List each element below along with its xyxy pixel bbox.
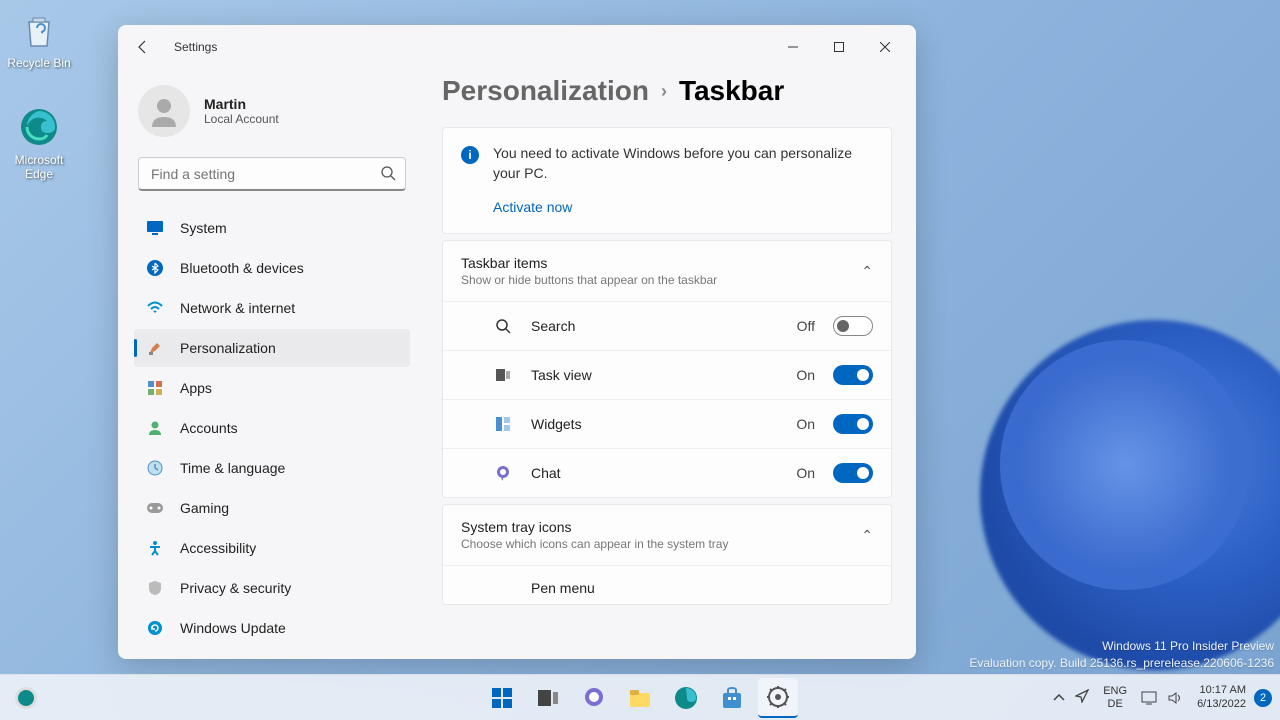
notification-badge[interactable]: 2 bbox=[1254, 689, 1272, 707]
wifi-icon bbox=[146, 299, 164, 317]
nav-list: System Bluetooth & devices Network & int… bbox=[134, 209, 410, 649]
brush-icon bbox=[146, 339, 164, 357]
gamepad-icon bbox=[146, 499, 164, 517]
recycle-bin-icon bbox=[17, 8, 61, 52]
nav-network[interactable]: Network & internet bbox=[134, 289, 410, 327]
nav-bluetooth[interactable]: Bluetooth & devices bbox=[134, 249, 410, 287]
section-subtitle: Show or hide buttons that appear on the … bbox=[461, 273, 717, 287]
minimize-button[interactable] bbox=[770, 31, 816, 63]
system-icon bbox=[146, 219, 164, 237]
info-icon: i bbox=[461, 146, 479, 164]
nav-time[interactable]: Time & language bbox=[134, 449, 410, 487]
language-switcher[interactable]: ENG DE bbox=[1103, 685, 1127, 709]
desktop-icon-label: Microsoft Edge bbox=[4, 153, 74, 181]
settings-window: Settings Martin Local Account bbox=[118, 25, 916, 659]
taskview-button[interactable] bbox=[528, 678, 568, 718]
nav-accessibility[interactable]: Accessibility bbox=[134, 529, 410, 567]
search-icon bbox=[493, 318, 513, 334]
toggle-search[interactable] bbox=[833, 316, 873, 336]
section-header-systray[interactable]: System tray icons Choose which icons can… bbox=[443, 505, 891, 565]
nav-gaming[interactable]: Gaming bbox=[134, 489, 410, 527]
main-content: Personalization › Taskbar i You need to … bbox=[418, 69, 916, 659]
apps-icon bbox=[146, 379, 164, 397]
taskbar-items-section: Taskbar items Show or hide buttons that … bbox=[442, 240, 892, 498]
section-subtitle: Choose which icons can appear in the sys… bbox=[461, 537, 728, 551]
nav-system[interactable]: System bbox=[134, 209, 410, 247]
sidebar: Martin Local Account System Bluetooth & … bbox=[118, 69, 418, 659]
toggle-taskview[interactable] bbox=[833, 365, 873, 385]
search-icon bbox=[380, 165, 396, 186]
titlebar: Settings bbox=[118, 25, 916, 69]
chat-button[interactable] bbox=[574, 678, 614, 718]
user-name: Martin bbox=[204, 96, 279, 112]
desktop-edge[interactable]: Microsoft Edge bbox=[4, 105, 74, 181]
nav-personalization[interactable]: Personalization bbox=[134, 329, 410, 367]
avatar bbox=[138, 85, 190, 137]
settings-button[interactable] bbox=[758, 678, 798, 718]
sound-icon bbox=[1167, 691, 1183, 705]
breadcrumb: Personalization › Taskbar bbox=[442, 75, 892, 107]
taskbar: ENG DE 10:17 AM 6/13/2022 2 bbox=[0, 674, 1280, 720]
breadcrumb-current: Taskbar bbox=[679, 75, 784, 107]
watermark: Windows 11 Pro Insider Preview Evaluatio… bbox=[969, 638, 1274, 672]
store-button[interactable] bbox=[712, 678, 752, 718]
row-taskview: Task view On bbox=[443, 350, 891, 399]
widgets-icon bbox=[493, 416, 513, 432]
location-icon[interactable] bbox=[1075, 689, 1089, 706]
accessibility-icon bbox=[146, 539, 164, 557]
nav-update[interactable]: Windows Update bbox=[134, 609, 410, 647]
tray-chevron-icon[interactable] bbox=[1053, 691, 1065, 705]
row-chat: Chat On bbox=[443, 448, 891, 497]
breadcrumb-parent[interactable]: Personalization bbox=[442, 75, 649, 107]
window-title: Settings bbox=[174, 40, 217, 54]
chevron-up-icon: ⌃ bbox=[861, 527, 873, 544]
close-button[interactable] bbox=[862, 31, 908, 63]
taskbar-center bbox=[482, 678, 798, 718]
search-box bbox=[138, 157, 406, 191]
wallpaper-bloom bbox=[880, 220, 1280, 670]
back-button[interactable] bbox=[126, 30, 160, 64]
toggle-widgets[interactable] bbox=[833, 414, 873, 434]
section-title: System tray icons bbox=[461, 519, 728, 535]
chevron-right-icon: › bbox=[661, 81, 667, 102]
section-title: Taskbar items bbox=[461, 255, 717, 271]
explorer-button[interactable] bbox=[620, 678, 660, 718]
update-icon bbox=[146, 619, 164, 637]
edge-button[interactable] bbox=[666, 678, 706, 718]
chevron-up-icon: ⌃ bbox=[861, 263, 873, 280]
row-search: Search Off bbox=[443, 301, 891, 350]
row-penmenu: Pen menu bbox=[443, 565, 891, 604]
tray-network-sound[interactable] bbox=[1135, 687, 1189, 709]
toggle-chat[interactable] bbox=[833, 463, 873, 483]
search-input[interactable] bbox=[138, 157, 406, 191]
activation-message: You need to activate Windows before you … bbox=[493, 144, 873, 183]
nav-accounts[interactable]: Accounts bbox=[134, 409, 410, 447]
nav-privacy[interactable]: Privacy & security bbox=[134, 569, 410, 607]
network-icon bbox=[1141, 691, 1157, 705]
user-type: Local Account bbox=[204, 112, 279, 126]
activation-notice: i You need to activate Windows before yo… bbox=[442, 127, 892, 234]
desktop-icon-label: Recycle Bin bbox=[4, 56, 74, 70]
taskbar-edge-running[interactable] bbox=[6, 678, 46, 718]
row-widgets: Widgets On bbox=[443, 399, 891, 448]
system-tray-section: System tray icons Choose which icons can… bbox=[442, 504, 892, 605]
desktop-recycle-bin[interactable]: Recycle Bin bbox=[4, 8, 74, 70]
clock-icon bbox=[146, 459, 164, 477]
edge-icon bbox=[17, 105, 61, 149]
person-icon bbox=[146, 419, 164, 437]
clock[interactable]: 10:17 AM 6/13/2022 bbox=[1197, 684, 1246, 710]
shield-icon bbox=[146, 579, 164, 597]
system-tray: ENG DE 10:17 AM 6/13/2022 2 bbox=[1047, 684, 1272, 710]
taskview-icon bbox=[493, 368, 513, 382]
chat-icon bbox=[493, 465, 513, 481]
nav-apps[interactable]: Apps bbox=[134, 369, 410, 407]
activate-link[interactable]: Activate now bbox=[493, 199, 873, 215]
start-button[interactable] bbox=[482, 678, 522, 718]
section-header-taskbar-items[interactable]: Taskbar items Show or hide buttons that … bbox=[443, 241, 891, 301]
bluetooth-icon bbox=[146, 259, 164, 277]
user-block[interactable]: Martin Local Account bbox=[134, 69, 410, 157]
maximize-button[interactable] bbox=[816, 31, 862, 63]
